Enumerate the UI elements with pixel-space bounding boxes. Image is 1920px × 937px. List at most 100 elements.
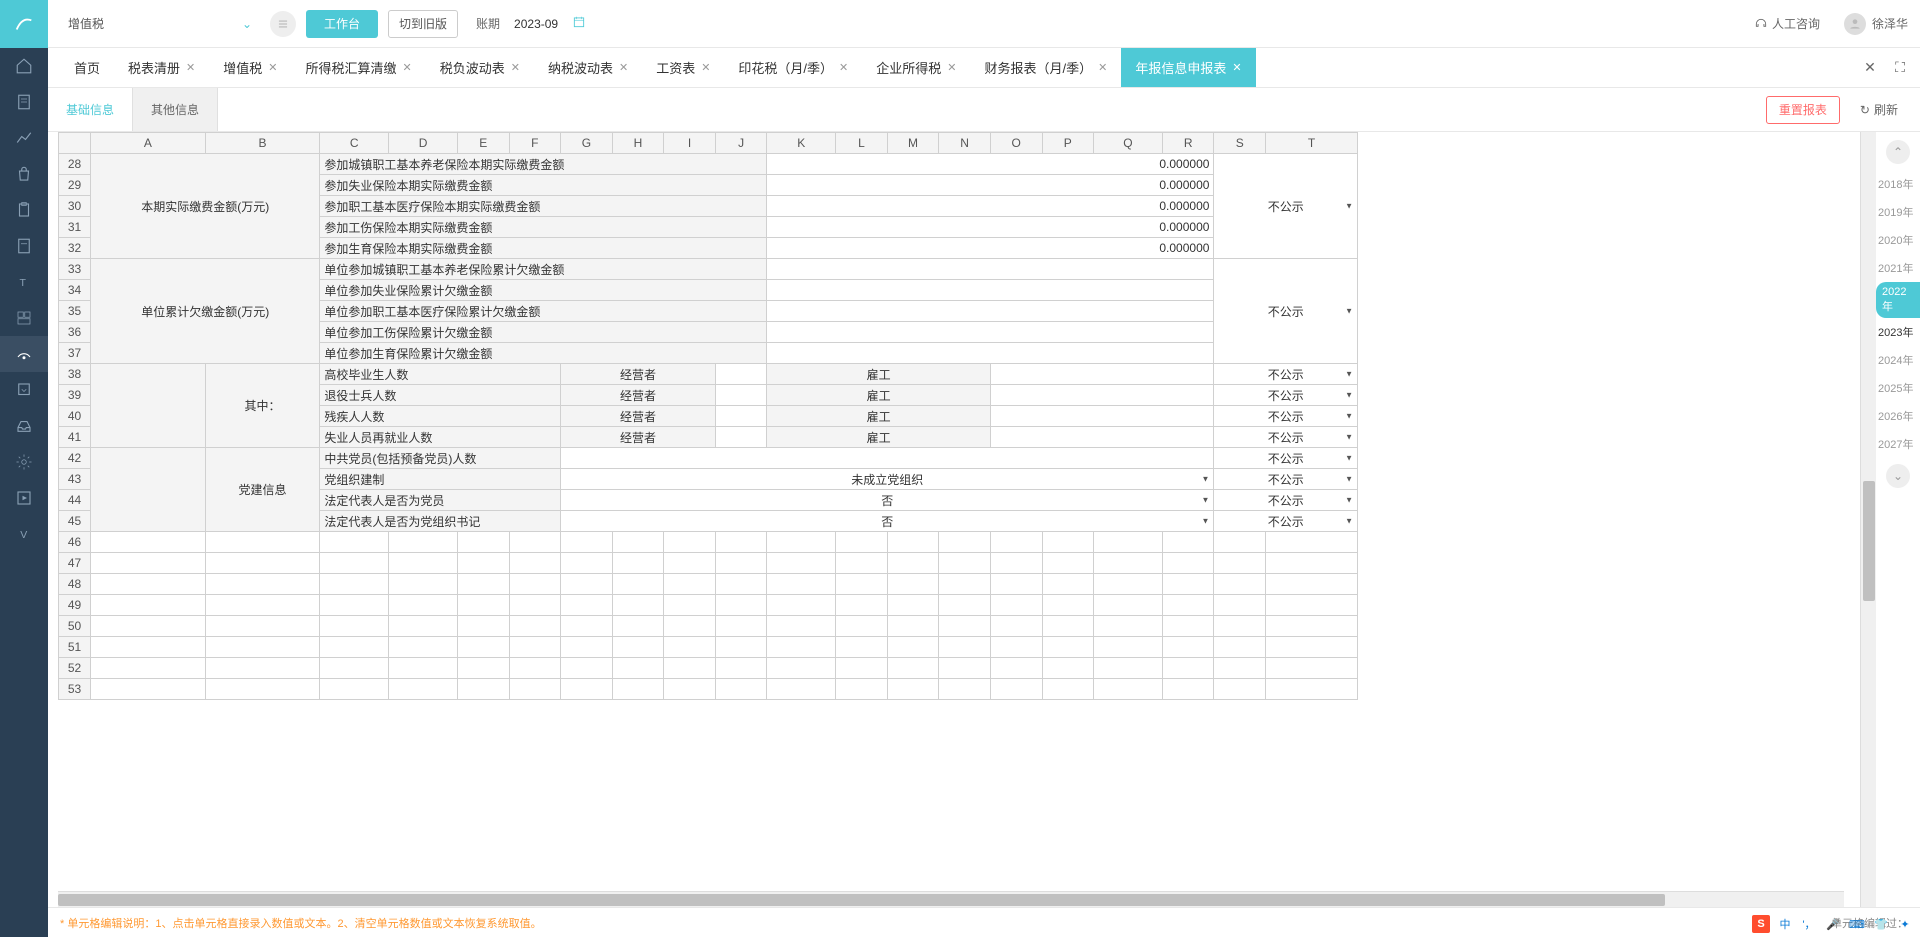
empty-cell[interactable] (612, 553, 664, 574)
empty-cell[interactable] (91, 637, 206, 658)
desc-cell[interactable]: 参加生育保险本期实际缴费金额 (320, 238, 767, 259)
empty-cell[interactable] (767, 679, 836, 700)
row-header[interactable]: 29 (59, 175, 91, 196)
tab-expand-icon[interactable]: ⛶ (1888, 56, 1912, 80)
empty-cell[interactable] (1162, 553, 1214, 574)
value-cell[interactable] (715, 385, 767, 406)
empty-cell[interactable] (1094, 616, 1163, 637)
empty-cell[interactable] (990, 679, 1042, 700)
value-cell[interactable] (767, 322, 1214, 343)
empty-cell[interactable] (561, 532, 613, 553)
empty-cell[interactable] (389, 658, 458, 679)
row-header[interactable]: 28 (59, 154, 91, 175)
empty-cell[interactable] (509, 574, 561, 595)
tab-close-icon[interactable]: ✕ (268, 61, 277, 74)
desc-cell[interactable]: 单位参加城镇职工基本养老保险累计欠缴金额 (320, 259, 767, 280)
empty-cell[interactable] (836, 616, 888, 637)
empty-cell[interactable] (1094, 637, 1163, 658)
empty-cell[interactable] (939, 574, 991, 595)
row-header[interactable]: 36 (59, 322, 91, 343)
group-label[interactable]: 单位累计欠缴金额(万元) (91, 259, 320, 364)
disclosure-cell[interactable]: 不公示 (1214, 259, 1358, 364)
tab-close-icon[interactable]: ✕ (839, 61, 848, 74)
nav-play-icon[interactable] (0, 480, 48, 516)
empty-cell[interactable] (836, 553, 888, 574)
nav-v-icon[interactable]: V (0, 516, 48, 552)
desc-cell[interactable]: 单位参加生育保险累计欠缴金额 (320, 343, 767, 364)
col-header-S[interactable]: S (1214, 133, 1266, 154)
empty-cell[interactable] (612, 658, 664, 679)
tab-6[interactable]: 工资表✕ (642, 48, 724, 87)
empty-cell[interactable] (939, 616, 991, 637)
empty-cell[interactable] (389, 637, 458, 658)
company-selector[interactable]: 增值税 ⌄ (60, 9, 260, 39)
disclosure-cell[interactable]: 不公示 (1214, 385, 1358, 406)
col-header-K[interactable]: K (767, 133, 836, 154)
col-header-J[interactable]: J (715, 133, 767, 154)
empty-cell[interactable] (836, 595, 888, 616)
tab-5[interactable]: 纳税波动表✕ (534, 48, 642, 87)
subtab-0[interactable]: 基础信息 (48, 88, 133, 131)
empty-cell[interactable] (91, 616, 206, 637)
row-header[interactable]: 46 (59, 532, 91, 553)
empty-cell[interactable] (887, 553, 939, 574)
empty-cell[interactable] (715, 658, 767, 679)
empty-cell[interactable] (509, 679, 561, 700)
nav-download-icon[interactable] (0, 372, 48, 408)
ime-punct-icon[interactable]: '， (1800, 915, 1818, 933)
row-header[interactable]: 40 (59, 406, 91, 427)
empty-cell[interactable] (836, 532, 888, 553)
empty-cell[interactable] (767, 532, 836, 553)
value-cell[interactable] (767, 280, 1214, 301)
empty-cell[interactable] (457, 574, 509, 595)
row-header[interactable]: 32 (59, 238, 91, 259)
empty-cell[interactable] (887, 616, 939, 637)
empty-cell[interactable] (1094, 574, 1163, 595)
empty-cell[interactable] (561, 658, 613, 679)
row-header[interactable]: 31 (59, 217, 91, 238)
col-header-F[interactable]: F (509, 133, 561, 154)
col-header-N[interactable]: N (939, 133, 991, 154)
row-header[interactable]: 48 (59, 574, 91, 595)
group-spacer[interactable] (91, 364, 206, 448)
empty-cell[interactable] (767, 658, 836, 679)
row-header[interactable]: 51 (59, 637, 91, 658)
party-label-cell[interactable]: 法定代表人是否为党组织书记 (320, 511, 561, 532)
tab-close-icon[interactable]: ✕ (947, 61, 956, 74)
empty-cell[interactable] (1094, 553, 1163, 574)
empty-cell[interactable] (664, 595, 716, 616)
refresh-button[interactable]: ↻ 刷新 (1850, 96, 1908, 124)
old-version-button[interactable]: 切到旧版 (388, 10, 458, 38)
empty-cell[interactable] (612, 679, 664, 700)
empty-cell[interactable] (939, 679, 991, 700)
group-label[interactable]: 其中： (205, 364, 320, 448)
desc-cell[interactable]: 单位参加工伤保险累计欠缴金额 (320, 322, 767, 343)
empty-cell[interactable] (612, 574, 664, 595)
role-cell[interactable]: 经营者 (561, 427, 716, 448)
role-cell[interactable]: 雇工 (767, 406, 991, 427)
empty-cell[interactable] (664, 637, 716, 658)
empty-cell[interactable] (1214, 616, 1266, 637)
subtab-1[interactable]: 其他信息 (133, 88, 218, 131)
year-down-icon[interactable]: ⌄ (1886, 464, 1910, 488)
empty-cell[interactable] (990, 595, 1042, 616)
tab-10[interactable]: 年报信息申报表✕ (1121, 48, 1255, 87)
party-value-cell[interactable]: 否 (561, 511, 1214, 532)
empty-cell[interactable] (939, 553, 991, 574)
empty-cell[interactable] (1162, 637, 1214, 658)
empty-cell[interactable] (1266, 553, 1358, 574)
year-option[interactable]: 2019年 (1876, 198, 1920, 226)
ime-lang-icon[interactable]: 中 (1776, 915, 1794, 933)
empty-cell[interactable] (320, 637, 389, 658)
empty-cell[interactable] (1214, 595, 1266, 616)
empty-cell[interactable] (1266, 637, 1358, 658)
value-cell[interactable] (715, 427, 767, 448)
disclosure-cell[interactable]: 不公示 (1214, 406, 1358, 427)
nav-doc-icon[interactable] (0, 84, 48, 120)
party-value-cell[interactable]: 未成立党组织 (561, 469, 1214, 490)
empty-cell[interactable] (1266, 532, 1358, 553)
empty-cell[interactable] (457, 658, 509, 679)
empty-cell[interactable] (664, 616, 716, 637)
empty-cell[interactable] (715, 553, 767, 574)
empty-cell[interactable] (939, 637, 991, 658)
